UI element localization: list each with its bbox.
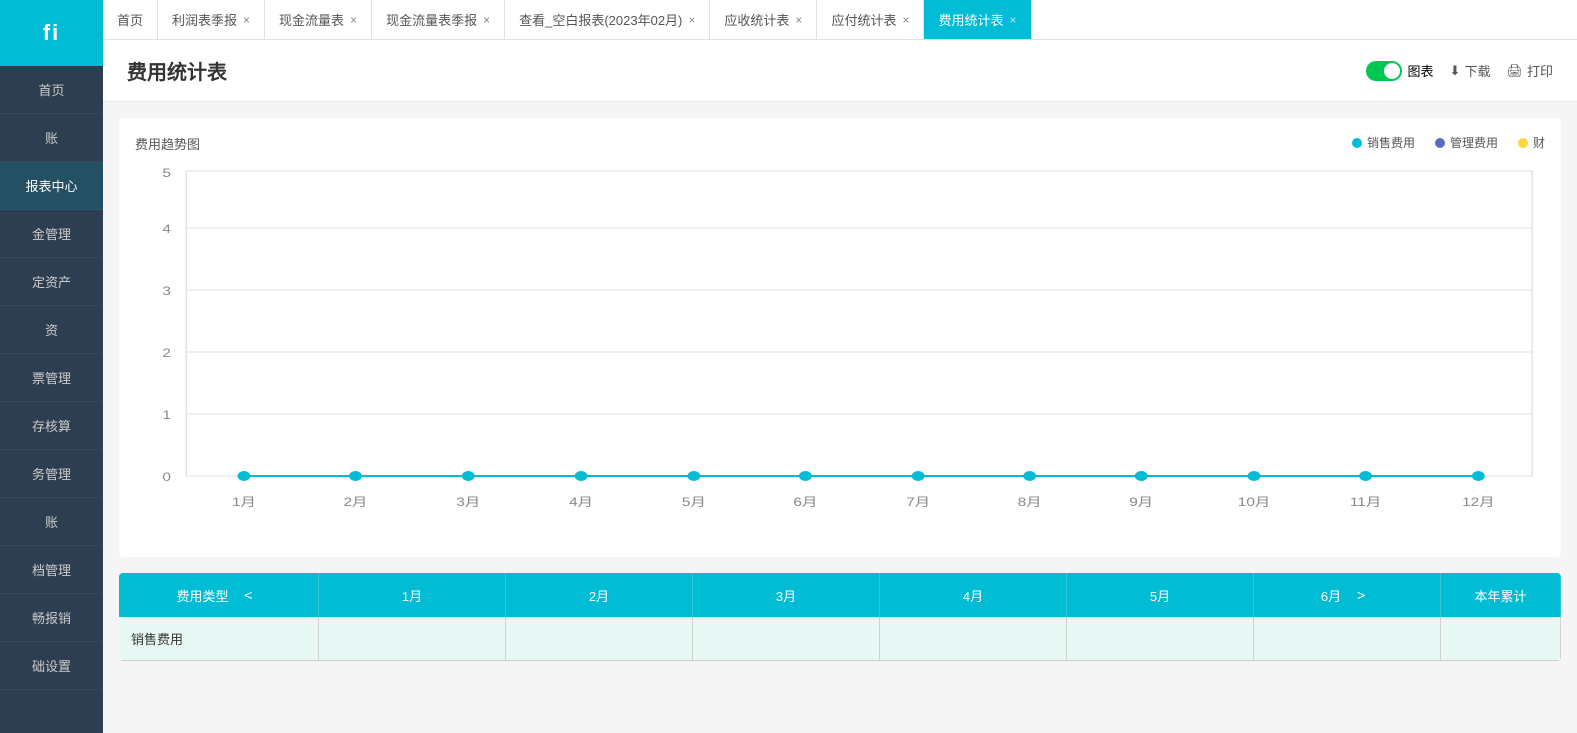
download-icon: ⬇ xyxy=(1450,63,1461,79)
tab-cashflow[interactable]: 现金流量表 × xyxy=(265,0,372,39)
td-total-0 xyxy=(1441,617,1561,660)
svg-text:4: 4 xyxy=(162,223,171,236)
svg-text:10月: 10月 xyxy=(1238,496,1270,509)
sidebar-item-assets[interactable]: 资 xyxy=(0,306,103,354)
legend-finance: 财 xyxy=(1518,134,1545,151)
sidebar-item-fund-mgmt[interactable]: 金管理 xyxy=(0,210,103,258)
chart-toggle-group: 图表 xyxy=(1366,61,1434,81)
svg-text:12月: 12月 xyxy=(1462,496,1494,509)
tab-payables[interactable]: 应付统计表 × xyxy=(817,0,924,39)
svg-text:3月: 3月 xyxy=(456,496,480,509)
th-type: 费用类型 < xyxy=(119,573,319,617)
th-month-3: 3月 xyxy=(693,573,880,617)
svg-text:0: 0 xyxy=(162,471,171,484)
tab-blank-report[interactable]: 查看_空白报表(2023年02月) × xyxy=(505,0,710,39)
th-month-1: 1月 xyxy=(319,573,506,617)
td-month-0-5 xyxy=(1067,617,1254,660)
td-type-0: 销售费用 xyxy=(119,617,319,660)
page-title: 费用统计表 xyxy=(127,56,227,85)
svg-text:1: 1 xyxy=(162,409,171,422)
chart-legend: 销售费用 管理费用 财 xyxy=(1352,134,1545,151)
th-month-6: 6月 > xyxy=(1254,573,1441,617)
sidebar-item-service-mgmt[interactable]: 务管理 xyxy=(0,450,103,498)
page-header: 费用统计表 图表 ⬇ 下载 🖨 打印 xyxy=(103,40,1577,102)
sidebar-item-file-mgmt[interactable]: 档管理 xyxy=(0,546,103,594)
th-month-4: 4月 xyxy=(880,573,1067,617)
tab-bar: 首页 利润表季报 × 现金流量表 × 现金流量表季报 × 查看_空白报表(202… xyxy=(103,0,1577,40)
sidebar-item-fixed-assets[interactable]: 定资产 xyxy=(0,258,103,306)
svg-text:7月: 7月 xyxy=(906,496,930,509)
sidebar-item-account[interactable]: 账 xyxy=(0,114,103,162)
sidebar-item-home[interactable]: 首页 xyxy=(0,66,103,114)
td-month-0-3 xyxy=(693,617,880,660)
svg-text:2: 2 xyxy=(162,347,171,360)
td-month-0-4 xyxy=(880,617,1067,660)
legend-dot-sales xyxy=(1352,138,1362,148)
th-month-5: 5月 xyxy=(1067,573,1254,617)
svg-text:5: 5 xyxy=(162,167,171,180)
nav-prev-button[interactable]: < xyxy=(237,583,261,607)
close-tab-profit-quarterly[interactable]: × xyxy=(243,13,250,27)
chart-svg: 0 1 2 3 4 5 1月 2月 xyxy=(135,161,1545,531)
download-button[interactable]: ⬇ 下载 xyxy=(1450,61,1491,80)
header-actions: 图表 ⬇ 下载 🖨 打印 xyxy=(1366,61,1553,81)
legend-sales: 销售费用 xyxy=(1352,134,1415,151)
td-month-0-1 xyxy=(319,617,506,660)
svg-text:1月: 1月 xyxy=(232,496,256,509)
sidebar: fi 首页 账 报表中心 金管理 定资产 资 票管理 存核算 务管理 账 档管理… xyxy=(0,0,103,733)
td-month-0-2 xyxy=(506,617,693,660)
sidebar-item-invoice-mgmt[interactable]: 票管理 xyxy=(0,354,103,402)
chart-container: 0 1 2 3 4 5 1月 2月 xyxy=(135,161,1545,541)
close-tab-blank-report[interactable]: × xyxy=(688,13,695,27)
close-tab-cashflow[interactable]: × xyxy=(350,13,357,27)
svg-text:11月: 11月 xyxy=(1350,496,1381,509)
table-header: 费用类型 < 1月 2月 3月 4月 5月 xyxy=(119,573,1561,617)
table-body: 销售费用 xyxy=(119,617,1561,661)
svg-text:6月: 6月 xyxy=(793,496,817,509)
close-tab-receivables[interactable]: × xyxy=(795,13,802,27)
tab-home[interactable]: 首页 xyxy=(103,0,158,39)
legend-mgmt: 管理费用 xyxy=(1435,134,1498,151)
close-tab-expenses[interactable]: × xyxy=(1009,13,1016,27)
close-tab-payables[interactable]: × xyxy=(902,13,909,27)
tab-receivables[interactable]: 应收统计表 × xyxy=(710,0,817,39)
tab-cashflow-quarterly[interactable]: 现金流量表季报 × xyxy=(372,0,505,39)
tab-expenses[interactable]: 费用统计表 × xyxy=(924,0,1031,39)
svg-text:9月: 9月 xyxy=(1129,496,1153,509)
close-tab-cashflow-quarterly[interactable]: × xyxy=(483,13,490,27)
main-area: 首页 利润表季报 × 现金流量表 × 现金流量表季报 × 查看_空白报表(202… xyxy=(103,0,1577,733)
table-row: 销售费用 xyxy=(119,617,1561,661)
content-area: 费用统计表 图表 ⬇ 下载 🖨 打印 费用趋势图 xyxy=(103,40,1577,733)
table-section: 费用类型 < 1月 2月 3月 4月 5月 xyxy=(119,573,1561,661)
sidebar-item-reimbursement[interactable]: 畅报销 xyxy=(0,594,103,642)
chart-toggle-label: 图表 xyxy=(1408,61,1434,80)
print-icon: 🖨 xyxy=(1506,63,1523,79)
svg-text:2月: 2月 xyxy=(344,496,368,509)
nav-next-button[interactable]: > xyxy=(1349,583,1373,607)
chart-toggle[interactable] xyxy=(1366,61,1402,81)
sidebar-item-ledger[interactable]: 账 xyxy=(0,498,103,546)
sidebar-item-inventory[interactable]: 存核算 xyxy=(0,402,103,450)
th-total: 本年累计 xyxy=(1441,573,1561,617)
chart-title: 费用趋势图 xyxy=(135,134,200,153)
legend-dot-mgmt xyxy=(1435,138,1445,148)
chart-section: 费用趋势图 销售费用 管理费用 财 xyxy=(119,118,1561,557)
sidebar-item-report-center[interactable]: 报表中心 xyxy=(0,162,103,210)
tab-profit-quarterly[interactable]: 利润表季报 × xyxy=(158,0,265,39)
svg-text:3: 3 xyxy=(162,285,171,298)
th-month-2: 2月 xyxy=(506,573,693,617)
sidebar-logo: fi xyxy=(0,0,103,66)
legend-dot-finance xyxy=(1518,138,1528,148)
sidebar-item-settings[interactable]: 础设置 xyxy=(0,642,103,690)
print-button[interactable]: 🖨 打印 xyxy=(1506,61,1553,80)
svg-text:5月: 5月 xyxy=(682,496,706,509)
svg-text:8月: 8月 xyxy=(1018,496,1042,509)
svg-text:4月: 4月 xyxy=(569,496,593,509)
td-month-0-6 xyxy=(1254,617,1441,660)
